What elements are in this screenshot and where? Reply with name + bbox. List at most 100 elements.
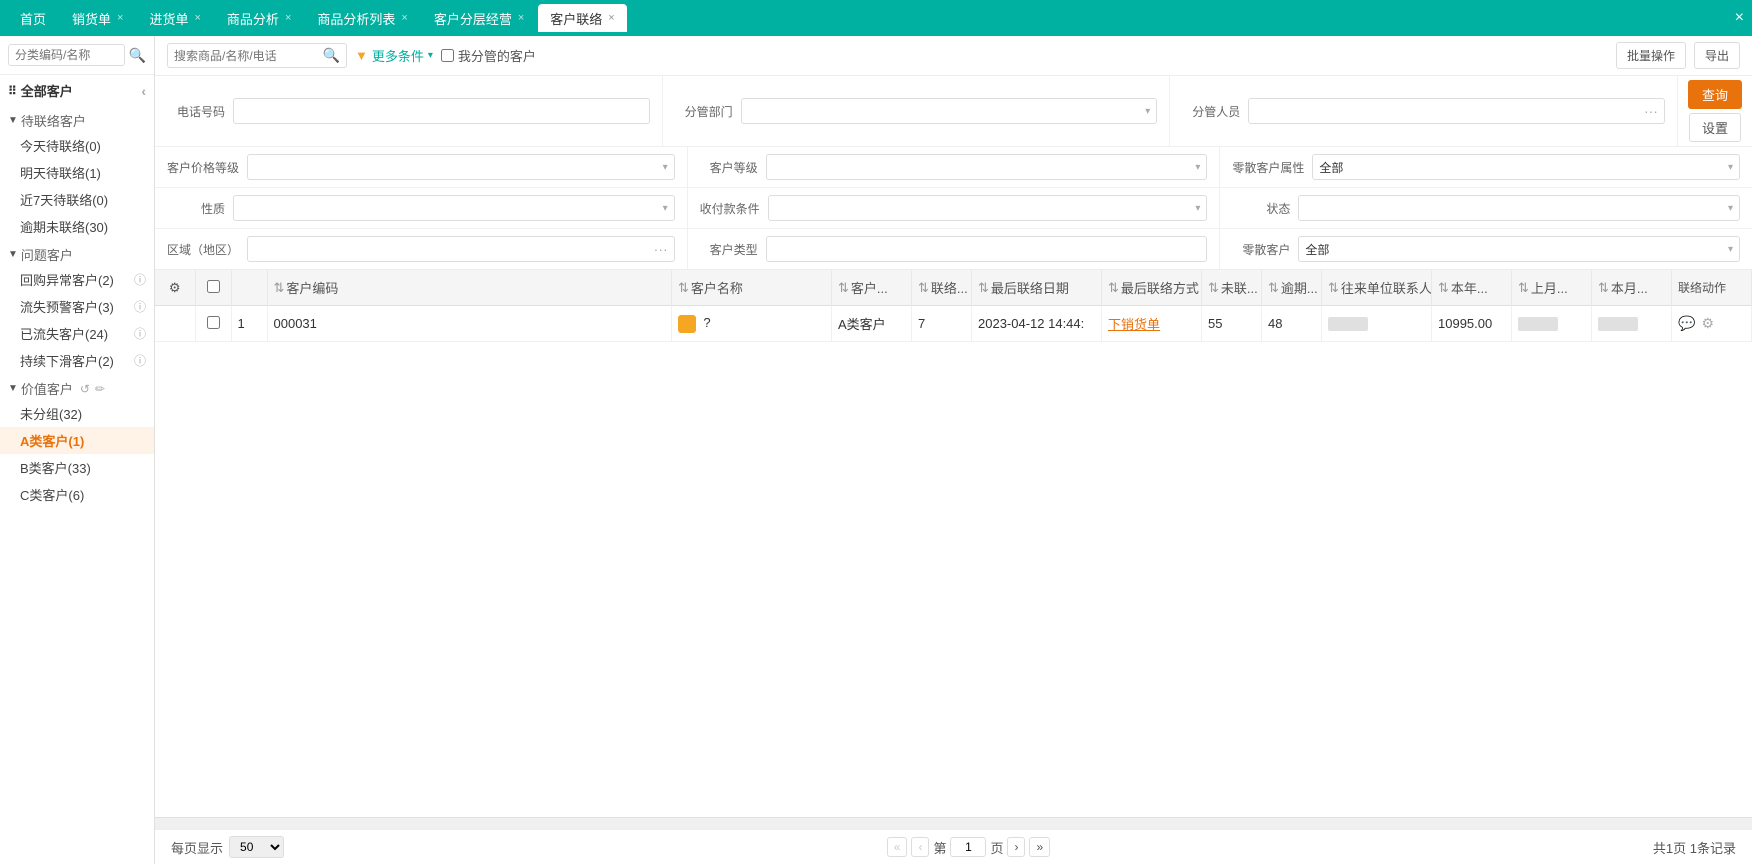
query-buttons-cell: 查询 设置 <box>1678 76 1752 146</box>
person-filter-input[interactable]: ··· <box>1248 98 1665 124</box>
row-company-contacts-cell <box>1322 306 1432 342</box>
customer-type-input[interactable] <box>766 236 1208 262</box>
next-page-button[interactable]: › <box>1007 837 1025 857</box>
last-page-button[interactable]: » <box>1029 837 1050 857</box>
setting-button[interactable]: 设置 <box>1689 113 1741 142</box>
sidebar-item-tomorrow-pending[interactable]: 明天待联络(1) <box>0 159 154 186</box>
table-header-gear[interactable]: ⚙ <box>155 270 195 306</box>
sidebar-group-value[interactable]: ▼ 价值客户 ↺ ✏ <box>0 374 154 400</box>
horizontal-scrollbar[interactable] <box>155 817 1752 829</box>
sidebar-item-declining[interactable]: 持续下滑客户(2) ⓘ <box>0 347 154 374</box>
table-header-last-month[interactable]: ⇅上月... <box>1512 270 1592 306</box>
row-message-icon[interactable]: 💬 <box>1678 315 1695 332</box>
filter-cell-price-tier: 客户价格等级 ▾ <box>155 147 688 187</box>
value-group-edit-icon[interactable]: ✏ <box>95 382 105 396</box>
filter-more-conditions[interactable]: ▼ 更多条件 ▾ <box>355 46 433 65</box>
page-input[interactable] <box>950 837 986 857</box>
table-gear-icon[interactable]: ⚙ <box>169 280 181 295</box>
query-button[interactable]: 查询 <box>1688 80 1742 109</box>
filter-search-input[interactable] <box>174 49 319 63</box>
nav-tab-analysis[interactable]: 商品分析 × <box>215 4 303 32</box>
price-tier-select[interactable]: ▾ <box>247 154 675 180</box>
dept-filter-select[interactable]: ▾ <box>741 98 1158 124</box>
sidebar-search-input[interactable] <box>8 44 125 66</box>
row-last-method[interactable]: 下销货单 <box>1108 317 1160 332</box>
first-page-button[interactable]: « <box>887 837 908 857</box>
sidebar-item-churn-warning[interactable]: 流失预警客户(3) ⓘ <box>0 293 154 320</box>
table-header-company-contacts[interactable]: ⇅往来单位联系人 <box>1322 270 1432 306</box>
sidebar-collapse-button[interactable]: ‹ <box>141 83 146 99</box>
sidebar-item-repurchase-abnormal[interactable]: 回购异常客户(2) ⓘ <box>0 266 154 293</box>
table-header-type[interactable]: ⇅客户... <box>832 270 912 306</box>
table-header-no-contact[interactable]: ⇅未联... <box>1202 270 1262 306</box>
nav-tab-customer-contact[interactable]: 客户联络 × <box>538 4 626 32</box>
payment-select[interactable]: ▾ <box>768 195 1208 221</box>
filter-row-2: 客户价格等级 ▾ 客户等级 ▾ 零散客户属性 全部 <box>155 147 1752 188</box>
info-icon-churn-warning: ⓘ <box>134 298 146 315</box>
nav-tab-analysis-list[interactable]: 商品分析列表 × <box>305 4 419 32</box>
nav-tab-purchase[interactable]: 进货单 × <box>137 4 212 32</box>
sidebar-item-class-b[interactable]: B类客户(33) <box>0 454 154 481</box>
analysis-tab-close[interactable]: × <box>285 12 291 24</box>
info-icon-declining: ⓘ <box>134 352 146 369</box>
table-header-last-date[interactable]: ⇅最后联络日期 <box>972 270 1102 306</box>
sort-icon-name: ⇅ <box>678 280 689 296</box>
customer-contact-tab-close[interactable]: × <box>608 12 614 24</box>
retail-customer-label: 零散客户 <box>1232 241 1290 258</box>
analysis-list-tab-close[interactable]: × <box>401 12 407 24</box>
row-checkbox[interactable] <box>207 316 220 329</box>
table-header-name[interactable]: ⇅客户名称 <box>672 270 832 306</box>
sort-icon-this-month: ⇅ <box>1598 280 1609 296</box>
sidebar-item-class-c[interactable]: C类客户(6) <box>0 481 154 508</box>
customer-tier-select[interactable]: ▾ <box>766 154 1208 180</box>
person-filter-dots[interactable]: ··· <box>1644 103 1658 119</box>
table-header-code[interactable]: ⇅客户编码 <box>267 270 672 306</box>
export-button[interactable]: 导出 <box>1694 42 1740 69</box>
prev-page-button[interactable]: ‹ <box>911 837 929 857</box>
table-header-overdue[interactable]: ⇅逾期... <box>1262 270 1322 306</box>
retail-customer-select[interactable]: 全部 ▾ <box>1298 236 1740 262</box>
region-input[interactable]: ··· <box>247 236 675 262</box>
phone-input-field[interactable] <box>240 104 643 118</box>
sidebar-item-ungrouped[interactable]: 未分组(32) <box>0 400 154 427</box>
sidebar-item-7days-pending[interactable]: 近7天待联络(0) <box>0 186 154 213</box>
sidebar-search-icon[interactable]: 🔍 <box>129 47 146 64</box>
status-select[interactable]: ▾ <box>1298 195 1740 221</box>
sidebar-item-today-pending[interactable]: 今天待联络(0) <box>0 132 154 159</box>
nav-tab-sales[interactable]: 销货单 × <box>60 4 135 32</box>
retail-attr-select[interactable]: 全部 ▾ <box>1312 154 1740 180</box>
sidebar-group-problem[interactable]: ▼ 问题客户 <box>0 240 154 266</box>
customer-tier-tab-close[interactable]: × <box>518 12 524 24</box>
table-body: 1 000031 ? A类客户 7 <box>155 306 1752 342</box>
sales-tab-close[interactable]: × <box>117 12 123 24</box>
my-customer-checkbox[interactable] <box>441 49 454 62</box>
batch-operation-button[interactable]: 批量操作 <box>1616 42 1686 69</box>
sidebar-item-overdue-contact[interactable]: 逾期未联络(30) <box>0 213 154 240</box>
table-header-this-year[interactable]: ⇅本年... <box>1432 270 1512 306</box>
window-close-icon[interactable]: × <box>1735 9 1744 27</box>
row-this-month-placeholder <box>1598 317 1638 331</box>
row-overdue: 48 <box>1268 316 1282 331</box>
sidebar-group-pending[interactable]: ▼ 待联络客户 <box>0 106 154 132</box>
sidebar: 🔍 ⠿ 全部客户 ‹ ▼ 待联络客户 今天待联络(0) 明天待联络(1) 近7天… <box>0 36 155 864</box>
nav-tab-customer-tier[interactable]: 客户分层经营 × <box>422 4 536 32</box>
sidebar-item-class-a[interactable]: A类客户(1) <box>0 427 154 454</box>
sidebar-all-customers-header[interactable]: ⠿ 全部客户 ‹ <box>0 75 154 106</box>
filter-cell-status: 状态 ▾ <box>1220 188 1752 228</box>
table-select-all-checkbox[interactable] <box>207 280 220 293</box>
table-header-this-month[interactable]: ⇅本月... <box>1592 270 1672 306</box>
table-header-last-method[interactable]: ⇅最后联络方式 <box>1102 270 1202 306</box>
region-dots[interactable]: ··· <box>654 241 668 257</box>
filter-search-icon[interactable]: 🔍 <box>323 47 340 64</box>
sort-icon-last-date: ⇅ <box>978 280 989 296</box>
page-size-select[interactable]: 50 10 20 100 <box>229 836 284 858</box>
value-group-refresh-icon[interactable]: ↺ <box>80 382 90 396</box>
purchase-tab-close[interactable]: × <box>194 12 200 24</box>
phone-filter-input[interactable] <box>233 98 650 124</box>
sidebar-item-churned[interactable]: 已流失客户(24) ⓘ <box>0 320 154 347</box>
region-label: 区域（地区） <box>167 241 239 258</box>
table-header-contact[interactable]: ⇅联络... <box>912 270 972 306</box>
nature-select[interactable]: ▾ <box>233 195 675 221</box>
nav-tab-home[interactable]: 首页 <box>8 4 58 32</box>
row-more-icon[interactable]: ⚙ <box>1701 315 1714 332</box>
